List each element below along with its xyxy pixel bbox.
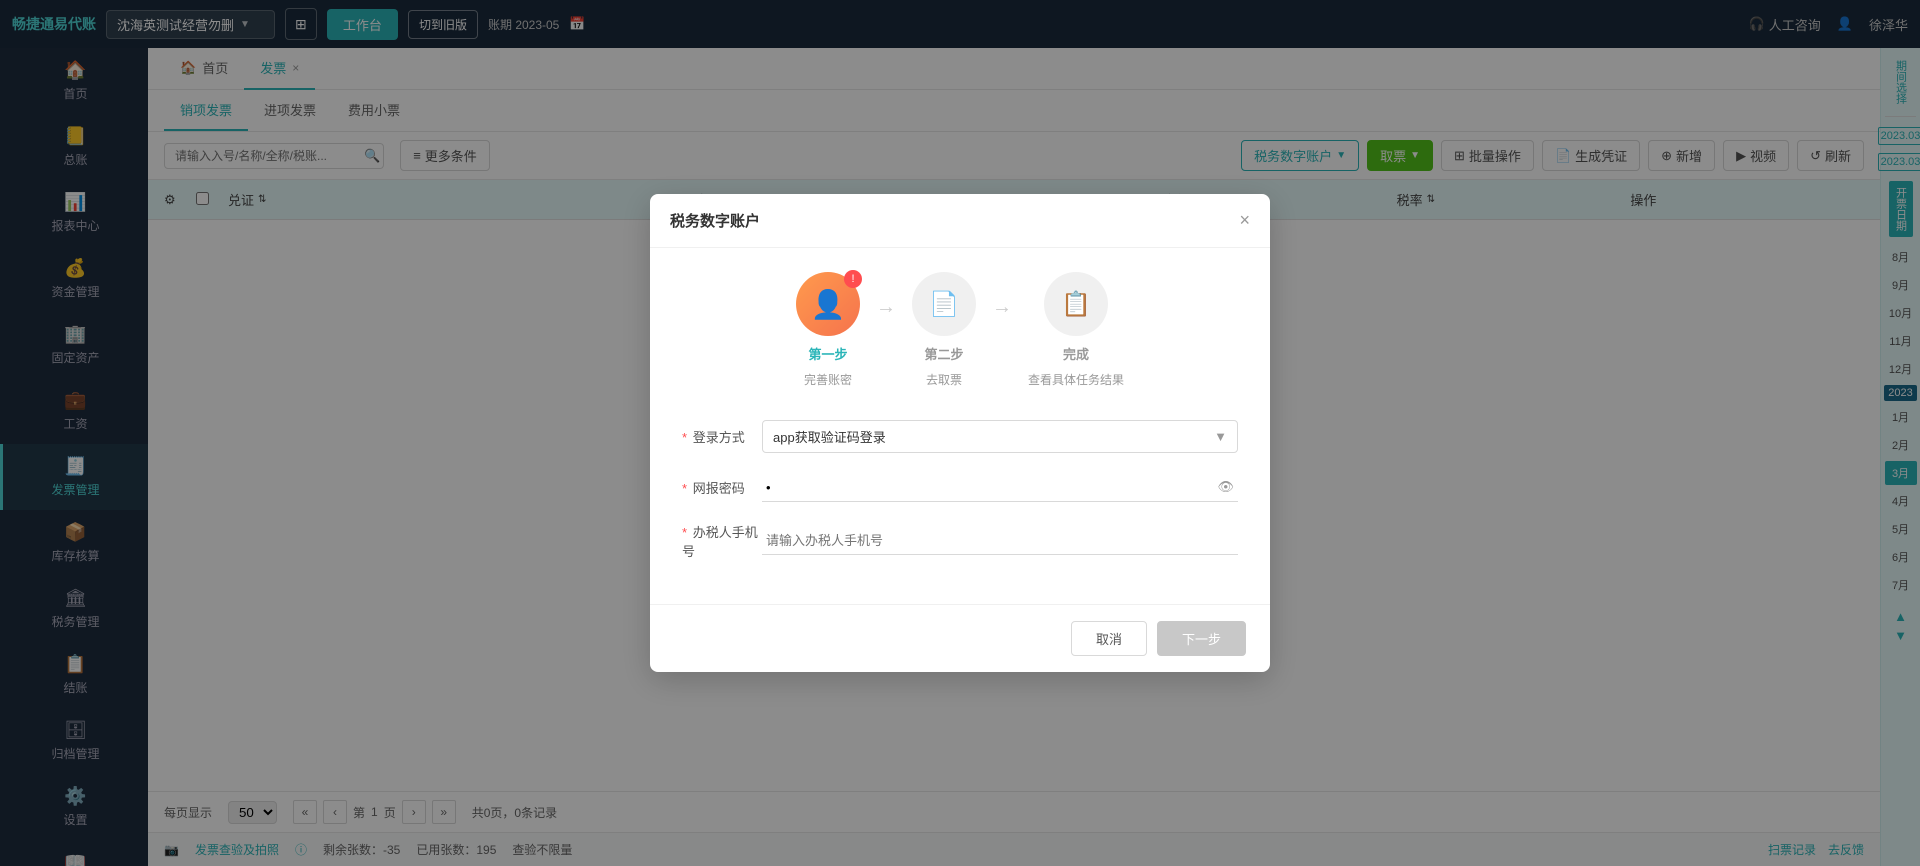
tax-digital-account-modal: 税务数字账户 × 👤 ! 第一步 完善账密 →	[650, 194, 1270, 672]
step-3-desc: 查看具体任务结果	[1028, 371, 1124, 388]
password-row: * 网报密码 👁	[682, 473, 1238, 502]
login-method-label: * 登录方式	[682, 427, 762, 446]
step-arrow-1: →	[860, 296, 912, 319]
login-method-control: app获取验证码登录 ▼	[762, 420, 1238, 453]
phone-row: * 办税人手机号	[682, 522, 1238, 560]
step-arrow-2: →	[976, 296, 1028, 319]
step-1-icon: 👤 !	[796, 272, 860, 336]
step-1-badge: !	[844, 270, 862, 288]
step-2-icon: 📄	[912, 272, 976, 336]
phone-control	[762, 527, 1238, 555]
phone-input[interactable]	[766, 533, 1234, 548]
step-3-icon: 📋	[1044, 272, 1108, 336]
step-3-label: 完成	[1063, 344, 1089, 363]
cancel-button[interactable]: 取消	[1071, 621, 1147, 656]
login-method-chevron: ▼	[1214, 429, 1227, 444]
step-1-avatar-icon: 👤	[811, 288, 846, 321]
password-input-wrap: 👁	[762, 473, 1238, 502]
next-step-button[interactable]: 下一步	[1157, 621, 1246, 656]
modal-body: 👤 ! 第一步 完善账密 → 📄 第二步 去取票 →	[650, 248, 1270, 604]
step-1-label: 第一步	[808, 344, 847, 363]
modal-title: 税务数字账户	[670, 210, 760, 231]
step-2: 📄 第二步 去取票	[912, 272, 976, 388]
modal-footer: 取消 下一步	[650, 604, 1270, 672]
step-3: 📋 完成 查看具体任务结果	[1028, 272, 1124, 388]
modal-header: 税务数字账户 ×	[650, 194, 1270, 248]
step-2-desc: 去取票	[926, 371, 962, 388]
step-2-label: 第二步	[924, 344, 963, 363]
password-control: 👁	[762, 473, 1238, 502]
password-input[interactable]	[766, 480, 1187, 495]
step-1: 👤 ! 第一步 完善账密	[796, 272, 860, 388]
step-2-document-icon: 📄	[929, 290, 959, 319]
steps-container: 👤 ! 第一步 完善账密 → 📄 第二步 去取票 →	[682, 272, 1238, 388]
modal-overlay: 税务数字账户 × 👤 ! 第一步 完善账密 →	[0, 0, 1920, 866]
login-method-select[interactable]: app获取验证码登录 ▼	[762, 420, 1238, 453]
password-eye-icon[interactable]: 👁	[1217, 479, 1234, 495]
phone-label: * 办税人手机号	[682, 522, 762, 560]
password-label: * 网报密码	[682, 478, 762, 497]
step-3-clipboard-icon: 📋	[1061, 290, 1091, 319]
phone-input-wrap	[762, 527, 1238, 555]
modal-close-btn[interactable]: ×	[1239, 210, 1250, 231]
login-method-row: * 登录方式 app获取验证码登录 ▼	[682, 420, 1238, 453]
step-1-desc: 完善账密	[804, 371, 852, 388]
